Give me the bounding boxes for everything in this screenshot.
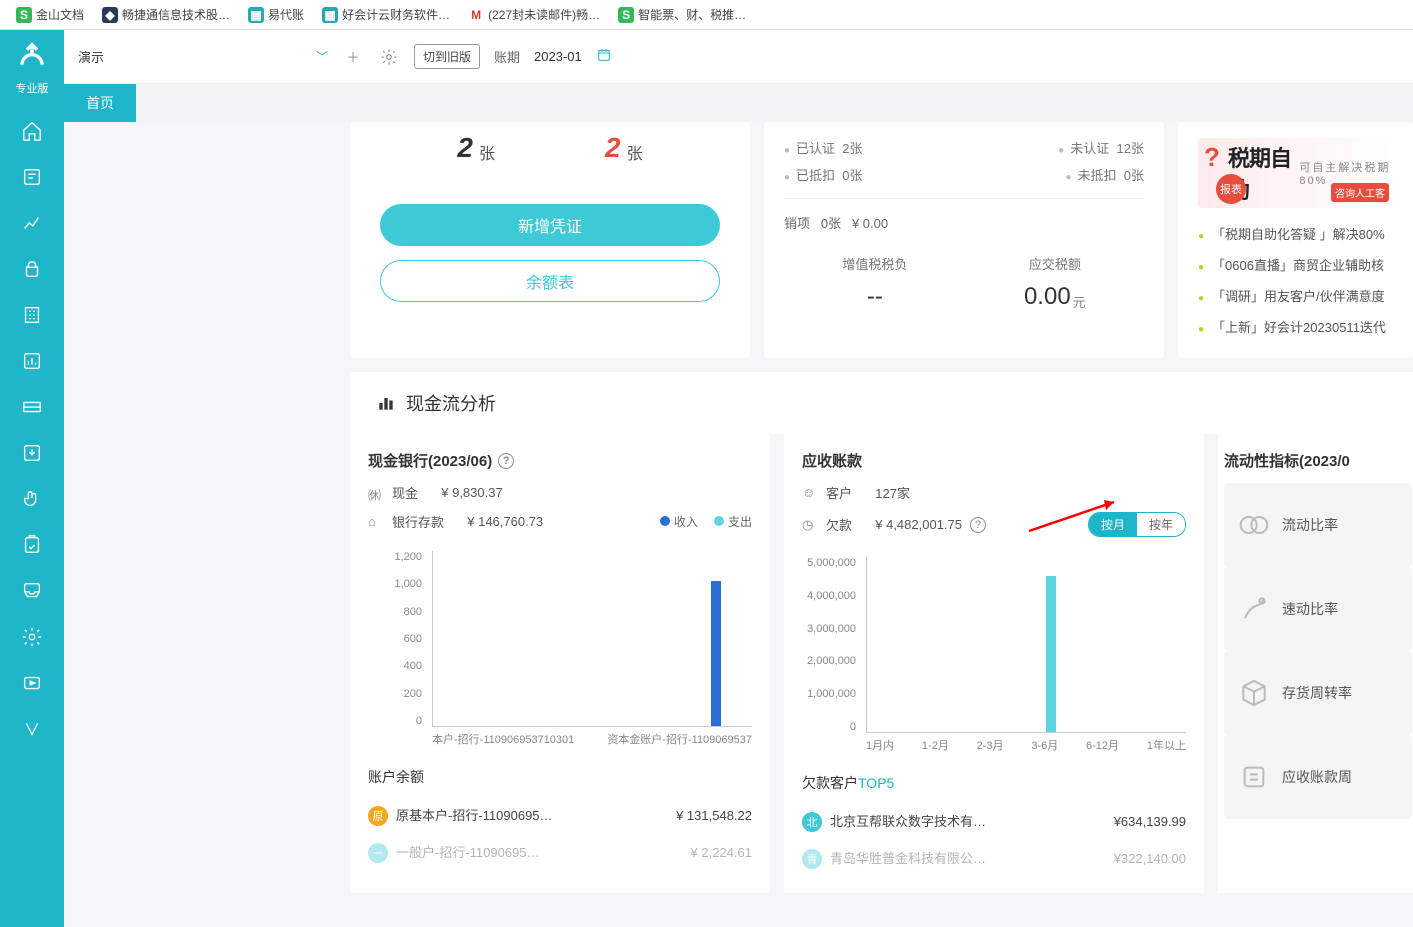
nav-voucher-icon[interactable]: [0, 154, 64, 200]
add-icon[interactable]: ＋: [342, 46, 364, 68]
sidebar: 专业版: [0, 30, 64, 927]
user-icon: ☺: [802, 485, 818, 501]
balance-sheet-button[interactable]: 余额表: [380, 260, 720, 302]
customer-badge-icon: 青: [802, 849, 822, 869]
metric-inventory-turnover[interactable]: 存货周转率: [1224, 651, 1412, 735]
tab-home[interactable]: 首页: [64, 84, 136, 122]
news-item[interactable]: 「税期自助化答疑 」解决80%: [1198, 218, 1393, 249]
chevron-down-icon: ﹀: [316, 48, 328, 65]
account-row[interactable]: 原原基本户-招行-11090695…¥ 131,548.22: [368, 797, 752, 834]
period-toggle: 按月 按年: [1088, 512, 1186, 537]
tabs: 首页: [64, 84, 1413, 122]
voucher-card: 2张 2张 新增凭证 余额表: [350, 122, 750, 358]
bookmark-item[interactable]: S金山文档: [10, 4, 90, 25]
banner-badge: 报表: [1216, 174, 1246, 204]
period-label: 账期: [494, 47, 520, 66]
nav-video-icon[interactable]: [0, 660, 64, 706]
bookmark-item[interactable]: M(227封未读邮件)畅…: [462, 4, 606, 25]
receivable-card: 应收账款 ☺客户 127家 ◷欠款 ¥ 4,482,001.75 ? 按月 按年…: [784, 434, 1204, 893]
company-name: 演示: [78, 47, 104, 66]
news-card: ? 税期自助 可自主解决税期 80% 报表 咨询人工客 「税期自助化答疑 」解决…: [1178, 122, 1413, 358]
topbar: 演示 ﹀ ＋ 切到旧版 账期 2023-01: [64, 30, 1413, 84]
top5-row[interactable]: 北北京互帮联众数字技术有…¥634,139.99: [802, 803, 1186, 840]
nav-ticket-icon[interactable]: [0, 384, 64, 430]
account-balance-title: 账户余额: [368, 767, 752, 787]
metric-quick-ratio[interactable]: 速动比率: [1224, 567, 1412, 651]
help-icon[interactable]: ?: [970, 517, 986, 533]
liquidity-card: 流动性指标(2023/0 流动比率 速动比率 存货周转率 应收账款周: [1218, 434, 1413, 893]
bookmarks-bar: S金山文档 ◆畅捷通信息技术股… ▦易代账 ▦好会计云财务软件… M(227封未…: [0, 0, 1413, 30]
account-row[interactable]: 一一般户-招行-11090695…¥ 2,224.61: [368, 834, 752, 871]
voucher-count-1: 2: [457, 132, 473, 164]
vat-value: --: [842, 283, 907, 311]
clock-icon: ◷: [802, 517, 818, 533]
toggle-month[interactable]: 按月: [1089, 513, 1137, 536]
invoice-card: 已认证 2张 未认证 12张 已抵扣 0张 未抵扣 0张 销项 0张 ¥ 0.0…: [764, 122, 1164, 358]
promo-banner[interactable]: ? 税期自助 可自主解决税期 80% 报表 咨询人工客: [1198, 138, 1393, 208]
logo-icon: [12, 38, 52, 78]
new-voucher-button[interactable]: 新增凭证: [380, 204, 720, 246]
bank-icon: ⌂: [368, 514, 384, 530]
gear-icon[interactable]: [378, 46, 400, 68]
customer-badge-icon: 北: [802, 812, 822, 832]
news-list: 「税期自助化答疑 」解决80% 「0606直播」商贸企业辅助核 「调研」用友客户…: [1198, 218, 1393, 342]
nav-home-icon[interactable]: [0, 108, 64, 154]
calendar-icon[interactable]: [596, 47, 612, 66]
metric-current-ratio[interactable]: 流动比率: [1224, 483, 1412, 567]
nav-download-icon[interactable]: [0, 430, 64, 476]
bookmark-item[interactable]: ▦好会计云财务软件…: [316, 4, 456, 25]
account-badge-icon: 原: [368, 806, 388, 826]
yen-icon: ㉁: [368, 485, 384, 501]
question-icon: ?: [1204, 142, 1220, 173]
period-value: 2023-01: [534, 49, 582, 64]
nav-report-icon[interactable]: [0, 338, 64, 384]
bookmark-item[interactable]: ▦易代账: [242, 4, 310, 25]
news-item[interactable]: 「0606直播」商贸企业辅助核: [1198, 249, 1393, 280]
banner-consult-button[interactable]: 咨询人工客: [1331, 183, 1389, 202]
nav-hand-icon[interactable]: [0, 476, 64, 522]
bookmark-item[interactable]: ◆畅捷通信息技术股…: [96, 4, 236, 25]
nav-building-icon[interactable]: [0, 292, 64, 338]
news-item[interactable]: 「上新」好会计20230511迭代: [1198, 311, 1393, 342]
bookmark-item[interactable]: S智能票、财、税推…: [612, 4, 752, 25]
account-badge-icon: 一: [368, 843, 388, 863]
top5-row[interactable]: 青青岛华胜普金科技有限公…¥322,140.00: [802, 840, 1186, 877]
nav-money-icon[interactable]: [0, 246, 64, 292]
nav-settings-icon[interactable]: [0, 614, 64, 660]
nav-clipboard-icon[interactable]: [0, 522, 64, 568]
metric-receivable-turnover[interactable]: 应收账款周: [1224, 735, 1412, 819]
cashflow-section-title: 现金流分析: [350, 372, 1413, 434]
help-icon[interactable]: ?: [498, 453, 514, 469]
company-selector[interactable]: 演示 ﹀: [78, 47, 328, 66]
toggle-year[interactable]: 按年: [1137, 513, 1185, 536]
switch-old-version-button[interactable]: 切到旧版: [414, 44, 480, 69]
cash-chart: 1,2001,0008006004002000 本户-招行-1109069537…: [368, 551, 752, 751]
cash-bank-card: 现金银行(2023/06)? ㉁现金 ¥ 9,830.37 ⌂银行存款 ¥ 14…: [350, 434, 770, 893]
nav-inbox-icon[interactable]: [0, 568, 64, 614]
voucher-count-2: 2: [605, 132, 621, 164]
news-item[interactable]: 「调研」用友客户/伙伴满意度: [1198, 280, 1393, 311]
tax-due-value: 0.00: [1024, 283, 1071, 311]
receivable-chart: 5,000,0004,000,0003,000,0002,000,0001,00…: [802, 557, 1186, 757]
nav-v-icon[interactable]: [0, 706, 64, 752]
nav-chart-icon[interactable]: [0, 200, 64, 246]
logo-label: 专业版: [16, 80, 49, 96]
